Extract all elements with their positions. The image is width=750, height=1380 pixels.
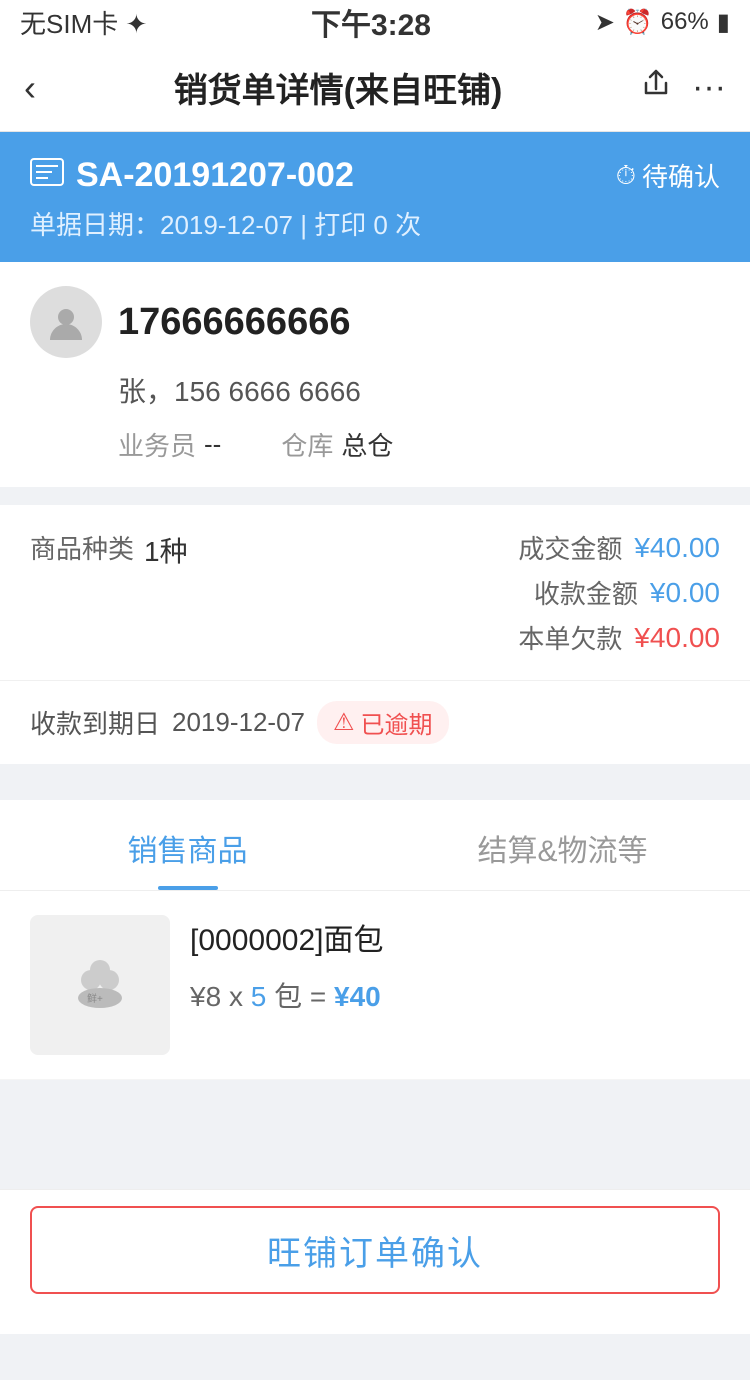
equals-sign: = <box>310 981 334 1012</box>
location-icon: ➤ <box>595 8 615 37</box>
overdue-text: 已逾期 <box>361 705 433 740</box>
sim-text: 无SIM卡 ✦ <box>20 4 147 41</box>
product-type-label: 商品种类 <box>30 529 134 566</box>
product-thumbnail: 鲜+ <box>30 915 170 1055</box>
warning-icon: ⚠ <box>333 708 355 737</box>
customer-meta: 业务员 -- 仓库 总仓 <box>118 426 720 463</box>
avatar <box>30 286 102 358</box>
tab-sales[interactable]: 销售商品 <box>0 800 375 890</box>
due-date-section: 收款到期日 2019-12-07 ⚠ 已逾期 <box>0 680 750 764</box>
warehouse-label: 仓库 <box>281 426 333 463</box>
back-button[interactable]: ‹ <box>24 67 36 109</box>
status-left: 无SIM卡 ✦ <box>20 4 147 41</box>
product-qty: 5 <box>251 981 267 1012</box>
customer-row: 17666666666 <box>30 286 720 358</box>
received-value: ¥0.00 <box>650 577 720 609</box>
tab-settlement-label: 结算&物流等 <box>477 835 647 868</box>
tab-sales-label: 销售商品 <box>128 835 248 868</box>
salesperson-label: 业务员 <box>118 426 196 463</box>
status-label: 待确认 <box>642 157 720 194</box>
salesperson-value: -- <box>204 429 221 460</box>
more-icon[interactable]: ··· <box>692 68 726 107</box>
product-price: ¥8 <box>190 981 221 1012</box>
debt-label: 本单欠款 <box>518 619 622 656</box>
customer-section: 17666666666 张，156 6666 6666 业务员 -- 仓库 总仓 <box>0 262 750 487</box>
status-time: 下午3:28 <box>311 0 431 44</box>
received-row: 收款金额 ¥0.00 <box>534 574 720 611</box>
customer-name: 张，156 6666 6666 <box>118 370 720 410</box>
divider-2 <box>0 764 750 782</box>
warehouse-value: 总仓 <box>341 426 393 463</box>
page-title: 销货单详情(来自旺铺) <box>174 63 503 112</box>
nav-bar: ‹ 销货单详情(来自旺铺) ··· <box>0 44 750 132</box>
customer-phone: 17666666666 <box>118 301 350 344</box>
summary-section: 商品种类 1种 成交金额 ¥40.00 收款金额 ¥0.00 本单欠款 ¥40.… <box>0 505 750 680</box>
tabs-section: 销售商品 结算&物流等 <box>0 800 750 891</box>
nav-right-icons: ··· <box>640 67 726 108</box>
summary-right: 成交金额 ¥40.00 收款金额 ¥0.00 本单欠款 ¥40.00 <box>518 529 720 656</box>
status-bar: 无SIM卡 ✦ 下午3:28 ➤ ⏰ 66% ▮ <box>0 0 750 44</box>
battery-icon: ▮ <box>717 8 730 37</box>
status-right: ➤ ⏰ 66% ▮ <box>595 8 730 37</box>
product-formula: ¥8 x 5 包 = ¥40 <box>190 975 720 1015</box>
product-type-value: 1种 <box>144 530 188 570</box>
received-label: 收款金额 <box>534 574 638 611</box>
amount-value: ¥40.00 <box>634 532 720 564</box>
summary-row: 商品种类 1种 成交金额 ¥40.00 收款金额 ¥0.00 本单欠款 ¥40.… <box>30 529 720 656</box>
due-date-value: 2019-12-07 <box>172 707 305 738</box>
svg-text:鲜+: 鲜+ <box>87 992 103 1005</box>
product-name: [0000002]面包 <box>190 915 720 959</box>
alarm-icon: ⏰ <box>623 8 653 37</box>
order-status: ⏱ 待确认 <box>616 157 720 194</box>
product-unit: 包 <box>274 981 302 1012</box>
share-icon[interactable] <box>640 67 672 108</box>
due-date-label: 收款到期日 <box>30 704 160 741</box>
debt-value: ¥40.00 <box>634 622 720 654</box>
product-type-row: 商品种类 1种 <box>30 529 188 570</box>
bottom-bar: 旺铺订单确认 <box>0 1189 750 1334</box>
order-id-row: SA-20191207-002 ⏱ 待确认 <box>30 156 720 195</box>
product-item: 鲜+ [0000002]面包 ¥8 x 5 包 = ¥40 <box>0 891 750 1080</box>
product-info: [0000002]面包 ¥8 x 5 包 = ¥40 <box>190 915 720 1015</box>
battery-text: 66% <box>661 8 709 36</box>
amount-label: 成交金额 <box>518 529 622 566</box>
warehouse-item: 仓库 总仓 <box>281 426 393 463</box>
clock-icon: ⏱ <box>616 160 636 192</box>
amount-row: 成交金额 ¥40.00 <box>518 529 720 566</box>
confirm-button[interactable]: 旺铺订单确认 <box>30 1206 720 1294</box>
order-id: SA-20191207-002 <box>30 156 354 195</box>
salesperson-item: 业务员 -- <box>118 426 221 463</box>
order-header: SA-20191207-002 ⏱ 待确认 单据日期：2019-12-07 | … <box>0 132 750 262</box>
product-total: ¥40 <box>334 981 381 1012</box>
summary-left: 商品种类 1种 <box>30 529 188 570</box>
overdue-badge: ⚠ 已逾期 <box>317 701 449 744</box>
debt-row: 本单欠款 ¥40.00 <box>518 619 720 656</box>
product-section: 鲜+ [0000002]面包 ¥8 x 5 包 = ¥40 <box>0 891 750 1080</box>
multiply-sign: x <box>229 981 251 1012</box>
order-date: 单据日期：2019-12-07 | 打印 0 次 <box>30 205 720 242</box>
divider-1 <box>0 487 750 505</box>
order-id-text: SA-20191207-002 <box>76 156 354 195</box>
tab-settlement[interactable]: 结算&物流等 <box>375 800 750 890</box>
order-icon <box>30 156 64 195</box>
